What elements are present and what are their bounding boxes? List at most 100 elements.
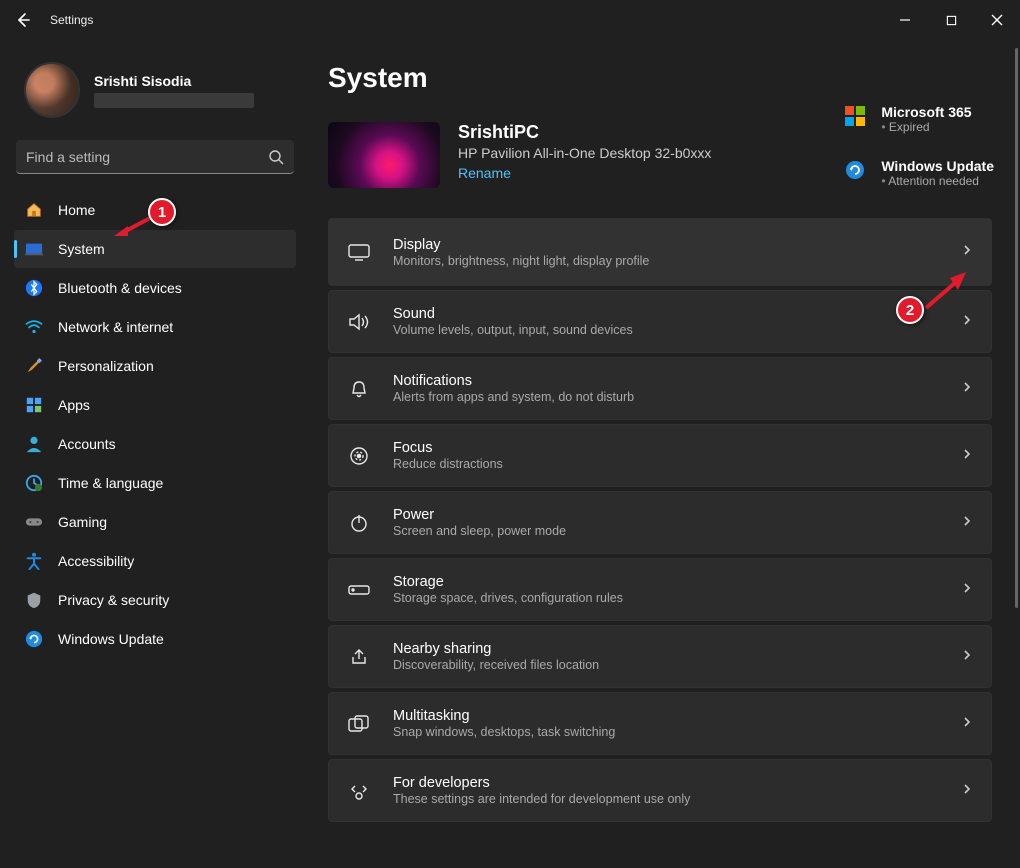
minimize-button[interactable]	[882, 0, 928, 40]
rename-link[interactable]: Rename	[458, 165, 711, 181]
card-focus[interactable]: Focus Reduce distractions	[328, 424, 992, 487]
sidebar-item-apps[interactable]: Apps	[14, 386, 296, 424]
sidebar-item-label: Accessibility	[58, 553, 134, 569]
clock-globe-icon	[24, 473, 44, 493]
card-display[interactable]: Display Monitors, brightness, night ligh…	[328, 218, 992, 286]
search-input[interactable]: Find a setting	[16, 140, 294, 174]
card-sub: Snap windows, desktops, task switching	[393, 725, 961, 739]
display-icon	[347, 240, 371, 264]
status-windows-update[interactable]: Windows Update Attention needed	[845, 158, 994, 188]
apps-icon	[24, 395, 44, 415]
sidebar-item-gaming[interactable]: Gaming	[14, 503, 296, 541]
chevron-right-icon	[961, 782, 973, 800]
sidebar-item-label: Network & internet	[58, 319, 173, 335]
sidebar-item-label: Accounts	[58, 436, 116, 452]
card-title: Display	[393, 237, 961, 253]
device-model: HP Pavilion All-in-One Desktop 32-b0xxx	[458, 145, 711, 161]
sidebar-item-label: Apps	[58, 397, 90, 413]
sidebar-item-accessibility[interactable]: Accessibility	[14, 542, 296, 580]
person-icon	[24, 434, 44, 454]
sidebar-item-label: Time & language	[58, 475, 163, 491]
card-title: For developers	[393, 775, 961, 791]
scrollbar-thumb[interactable]	[1015, 48, 1018, 608]
card-sub: Discoverability, received files location	[393, 658, 961, 672]
card-sub: Screen and sleep, power mode	[393, 524, 961, 538]
annotation-callout-1: 1	[148, 198, 176, 226]
bell-icon	[347, 377, 371, 401]
card-notifications[interactable]: Notifications Alerts from apps and syste…	[328, 357, 992, 420]
account-name: Srishti Sisodia	[94, 73, 254, 89]
close-button[interactable]	[974, 0, 1020, 40]
card-title: Sound	[393, 306, 961, 322]
account-block[interactable]: Srishti Sisodia	[0, 54, 310, 132]
status-sub: Expired	[881, 120, 971, 134]
card-sub: Alerts from apps and system, do not dist…	[393, 390, 961, 404]
chevron-right-icon	[961, 648, 973, 666]
chevron-right-icon	[961, 715, 973, 733]
brush-icon	[24, 356, 44, 376]
card-title: Focus	[393, 440, 961, 456]
sidebar-item-windows-update[interactable]: Windows Update	[14, 620, 296, 658]
page-title: System	[328, 62, 1010, 94]
gamepad-icon	[24, 512, 44, 532]
sidebar-item-label: Personalization	[58, 358, 154, 374]
sidebar-item-label: System	[58, 241, 105, 257]
storage-icon	[347, 578, 371, 602]
wifi-icon	[24, 317, 44, 337]
shield-icon	[24, 590, 44, 610]
chevron-right-icon	[961, 581, 973, 599]
window-title: Settings	[50, 13, 93, 27]
sound-icon	[347, 310, 371, 334]
account-email-redacted	[94, 93, 254, 108]
sidebar-item-network[interactable]: Network & internet	[14, 308, 296, 346]
sidebar-item-label: Windows Update	[58, 631, 164, 647]
developers-icon	[347, 779, 371, 803]
sidebar-item-personalization[interactable]: Personalization	[14, 347, 296, 385]
sidebar-item-bluetooth[interactable]: Bluetooth & devices	[14, 269, 296, 307]
status-m365[interactable]: Microsoft 365 Expired	[845, 104, 994, 134]
content-area: System SrishtiPC HP Pavilion All-in-One …	[310, 40, 1020, 868]
card-title: Notifications	[393, 373, 961, 389]
annotation-number: 1	[158, 204, 166, 221]
sidebar-item-time-language[interactable]: Time & language	[14, 464, 296, 502]
search-icon	[268, 149, 284, 165]
maximize-button[interactable]	[928, 0, 974, 40]
annotation-callout-2: 2	[896, 296, 924, 324]
card-sub: Reduce distractions	[393, 457, 961, 471]
device-name: SrishtiPC	[458, 122, 711, 143]
card-nearby-sharing[interactable]: Nearby sharing Discoverability, received…	[328, 625, 992, 688]
chevron-right-icon	[961, 447, 973, 465]
chevron-right-icon	[961, 313, 973, 331]
avatar	[24, 62, 80, 118]
card-power[interactable]: Power Screen and sleep, power mode	[328, 491, 992, 554]
card-sound[interactable]: Sound Volume levels, output, input, soun…	[328, 290, 992, 353]
back-button[interactable]	[6, 3, 40, 37]
sidebar-item-label: Bluetooth & devices	[58, 280, 182, 296]
focus-icon	[347, 444, 371, 468]
sidebar-item-accounts[interactable]: Accounts	[14, 425, 296, 463]
home-icon	[24, 200, 44, 220]
bluetooth-icon	[24, 278, 44, 298]
update-icon	[845, 160, 867, 182]
share-icon	[347, 645, 371, 669]
scrollbar[interactable]	[1012, 40, 1018, 868]
card-title: Nearby sharing	[393, 641, 961, 657]
card-multitasking[interactable]: Multitasking Snap windows, desktops, tas…	[328, 692, 992, 755]
card-storage[interactable]: Storage Storage space, drives, configura…	[328, 558, 992, 621]
card-title: Power	[393, 507, 961, 523]
microsoft-icon	[845, 106, 867, 128]
status-title: Microsoft 365	[881, 104, 971, 120]
accessibility-icon	[24, 551, 44, 571]
annotation-arrow-2	[920, 270, 970, 314]
chevron-right-icon	[961, 380, 973, 398]
multitasking-icon	[347, 712, 371, 736]
sidebar-item-privacy[interactable]: Privacy & security	[14, 581, 296, 619]
card-sub: Storage space, drives, configuration rul…	[393, 591, 961, 605]
card-for-developers[interactable]: For developers These settings are intend…	[328, 759, 992, 822]
device-thumbnail[interactable]	[328, 122, 440, 188]
update-icon	[24, 629, 44, 649]
chevron-right-icon	[961, 514, 973, 532]
chevron-right-icon	[961, 243, 973, 261]
status-title: Windows Update	[881, 158, 994, 174]
sidebar-item-label: Gaming	[58, 514, 107, 530]
